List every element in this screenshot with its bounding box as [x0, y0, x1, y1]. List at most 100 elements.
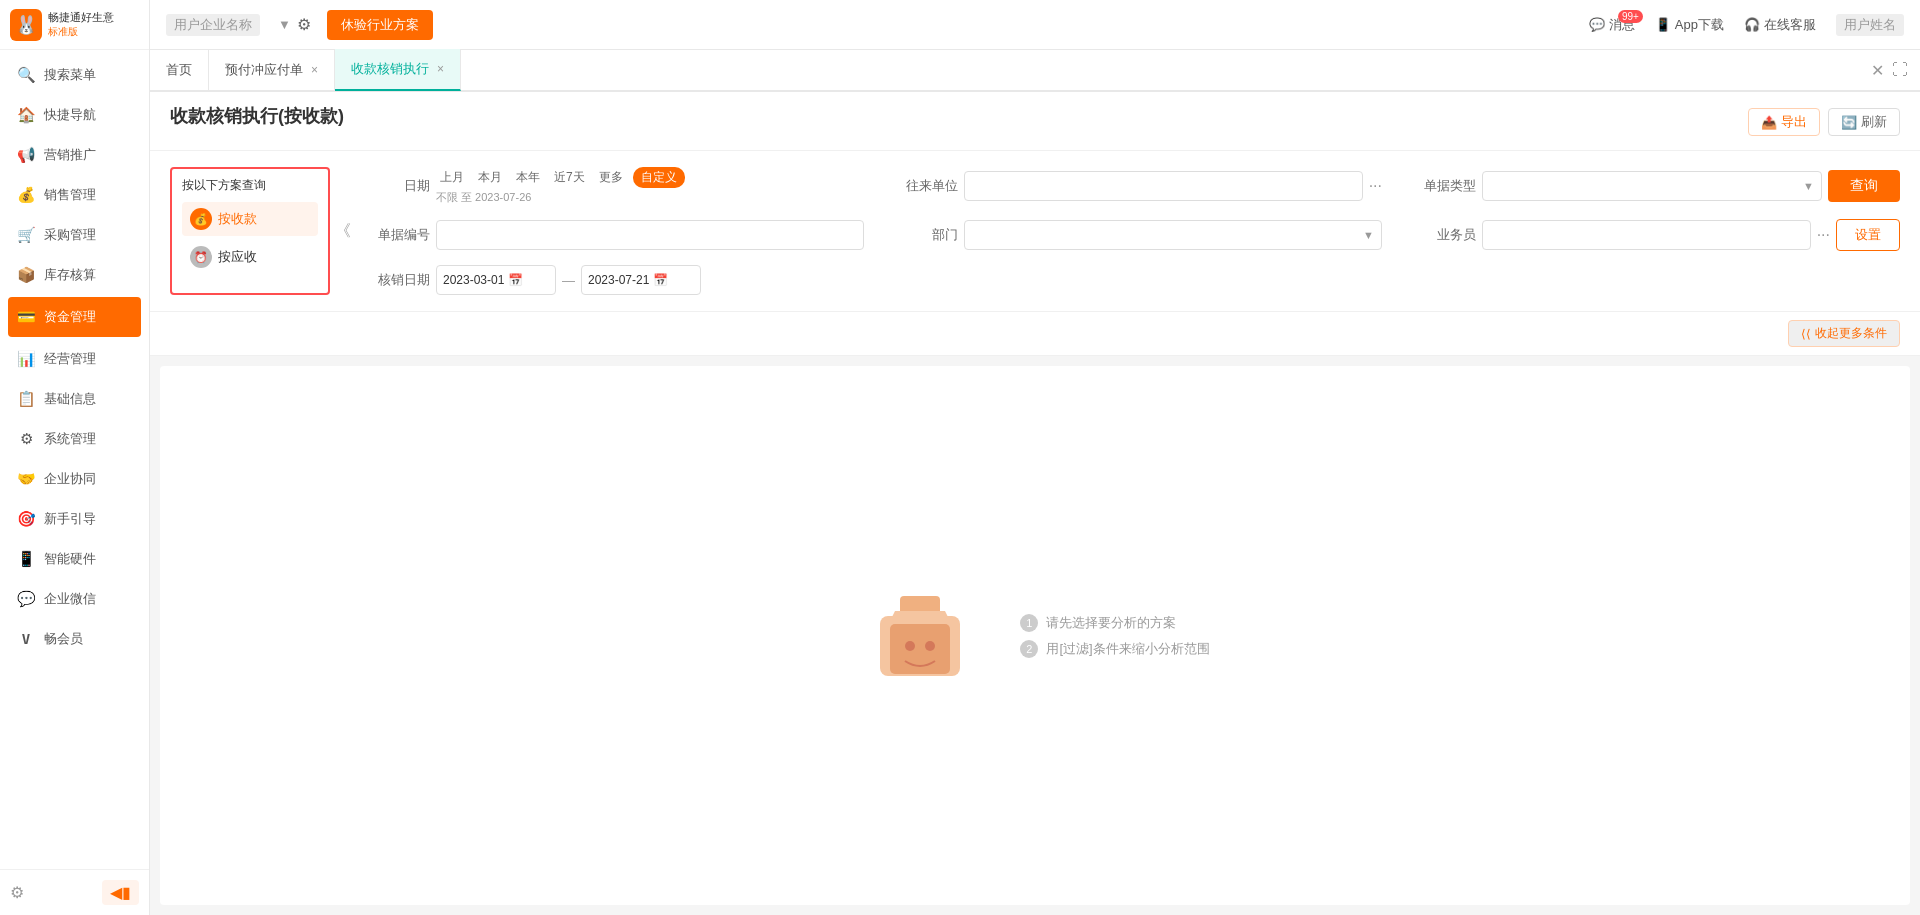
sidebar-item-guide[interactable]: 🎯 新手引导: [0, 499, 149, 539]
sidebar-item-sales[interactable]: 💰 销售管理: [0, 175, 149, 215]
dept-filter-group: 部门 ▼: [888, 220, 1382, 250]
export-button[interactable]: 📤 导出: [1748, 108, 1820, 136]
date-this-month[interactable]: 本月: [474, 168, 506, 187]
tab-prepay[interactable]: 预付冲应付单 ×: [209, 49, 335, 91]
receivable-icon: ⏰: [190, 246, 212, 268]
sidebar-item-enterprise[interactable]: 🤝 企业协同: [0, 459, 149, 499]
staff-more-icon[interactable]: ···: [1817, 226, 1830, 244]
sidebar-item-label: 畅会员: [44, 630, 83, 648]
tab-prepay-close-icon[interactable]: ×: [311, 63, 318, 77]
tab-close-all-icon[interactable]: ✕: [1871, 61, 1884, 80]
sidebar-item-label: 新手引导: [44, 510, 96, 528]
quick-nav-icon: 🏠: [16, 105, 36, 125]
sidebar-item-search-menu[interactable]: 🔍 搜索菜单: [0, 55, 149, 95]
refresh-label: 刷新: [1861, 113, 1887, 131]
top-header: 用户企业名称 ▼ ⚙ 休验行业方案 💬 消息 99+ 📱 App下载 🎧 在线客…: [150, 0, 1920, 50]
solution-button[interactable]: 休验行业方案: [327, 10, 433, 40]
sidebar-item-finance[interactable]: 💳 资金管理: [8, 297, 141, 337]
tab-home[interactable]: 首页: [150, 49, 209, 91]
verify-date-start-input[interactable]: 2023-03-01 📅: [436, 265, 556, 295]
header-brand: 用户企业名称: [166, 14, 260, 36]
staff-filter-group: 业务员 ··· 设置: [1406, 219, 1900, 251]
tab-verify[interactable]: 收款核销执行 ×: [335, 49, 461, 91]
sidebar: 🐰 畅捷通好生意 标准版 🔍 搜索菜单 🏠 快捷导航 📢 营销推广 💰 销售管理…: [0, 0, 150, 915]
tab-bar-actions: ✕ ⛶: [1871, 61, 1920, 80]
collapse-more-label: 收起更多条件: [1815, 325, 1887, 342]
query-button[interactable]: 查询: [1828, 170, 1900, 202]
sidebar-item-wechat[interactable]: 💬 企业微信: [0, 579, 149, 619]
online-service-link[interactable]: 🎧 在线客服: [1744, 16, 1816, 34]
partner-filter-group: 往来单位 ···: [888, 171, 1382, 201]
doc-type-select[interactable]: [1482, 171, 1822, 201]
date-last-month[interactable]: 上月: [436, 168, 468, 187]
partner-more-icon[interactable]: ···: [1369, 177, 1382, 195]
search-menu-icon: 🔍: [16, 65, 36, 85]
verify-date-end-input[interactable]: 2023-07-21 📅: [581, 265, 701, 295]
enterprise-icon: 🤝: [16, 469, 36, 489]
tab-prepay-label: 预付冲应付单: [225, 61, 303, 79]
headset-icon: 🎧: [1744, 17, 1760, 32]
doc-type-select-wrapper: ▼: [1482, 171, 1822, 201]
app-download-link[interactable]: 📱 App下载: [1655, 16, 1724, 34]
sidebar-item-marketing[interactable]: 📢 营销推广: [0, 135, 149, 175]
settings-gear-icon[interactable]: ⚙: [297, 15, 311, 34]
scheme-selector-title: 按以下方案查询: [182, 177, 318, 194]
date-7days[interactable]: 近7天: [550, 168, 589, 187]
calendar-start-icon[interactable]: 📅: [508, 273, 523, 287]
sidebar-item-purchase[interactable]: 🛒 采购管理: [0, 215, 149, 255]
empty-svg: [860, 586, 980, 686]
sidebar-item-quick-nav[interactable]: 🏠 快捷导航: [0, 95, 149, 135]
sidebar-item-label: 智能硬件: [44, 550, 96, 568]
empty-state: 1 请先选择要分析的方案 2 用[过滤]条件来缩小分析范围: [160, 366, 1910, 905]
partner-label: 往来单位: [888, 177, 958, 195]
sidebar-item-system[interactable]: ⚙ 系统管理: [0, 419, 149, 459]
svg-point-3: [925, 641, 935, 651]
settings-button[interactable]: 设置: [1836, 219, 1900, 251]
message-icon: 💬: [1589, 17, 1605, 32]
sidebar-item-label: 系统管理: [44, 430, 96, 448]
page-title: 收款核销执行(按收款): [170, 104, 344, 128]
filter-option-label-receipt: 按收款: [218, 210, 257, 228]
logo-name: 畅捷通好生意: [48, 10, 114, 24]
system-icon: ⚙: [16, 429, 36, 449]
date-custom-btn[interactable]: 自定义: [633, 167, 685, 188]
collapse-filter-btn[interactable]: 《: [335, 221, 351, 242]
header-right: 💬 消息 99+ 📱 App下载 🎧 在线客服 用户姓名: [1589, 14, 1904, 36]
sidebar-item-operations[interactable]: 📊 经营管理: [0, 339, 149, 379]
hint-text-1: 请先选择要分析的方案: [1046, 614, 1176, 632]
sidebar-item-hardware[interactable]: 📱 智能硬件: [0, 539, 149, 579]
message-button[interactable]: 💬 消息 99+: [1589, 16, 1635, 34]
calendar-end-icon[interactable]: 📅: [653, 273, 668, 287]
app-logo: 🐰 畅捷通好生意 标准版: [0, 0, 149, 50]
staff-input[interactable]: [1482, 220, 1811, 250]
refresh-button[interactable]: 🔄 刷新: [1828, 108, 1900, 136]
sidebar-item-member[interactable]: V 畅会员: [0, 619, 149, 659]
dept-select[interactable]: [964, 220, 1382, 250]
sidebar-item-label: 企业微信: [44, 590, 96, 608]
filter-option-by-receivable[interactable]: ⏰ 按应收: [182, 240, 318, 274]
filter-row-2: 单据编号 部门 ▼: [370, 219, 1900, 251]
doc-no-input[interactable]: [436, 220, 864, 250]
partner-input[interactable]: [964, 171, 1363, 201]
sidebar-item-label: 资金管理: [44, 308, 96, 326]
date-more[interactable]: 更多: [595, 168, 627, 187]
company-name: 用户企业名称: [166, 14, 260, 36]
filter-option-by-receipt[interactable]: 💰 按收款: [182, 202, 318, 236]
sidebar-item-basic-info[interactable]: 📋 基础信息: [0, 379, 149, 419]
date-shortcuts-container: 上月 本月 本年 近7天 更多 自定义 不限 至 2023-07-26: [436, 167, 685, 205]
sidebar-item-label: 销售管理: [44, 186, 96, 204]
svg-point-2: [905, 641, 915, 651]
tab-verify-close-icon[interactable]: ×: [437, 62, 444, 76]
doc-no-label: 单据编号: [370, 226, 430, 244]
tab-expand-icon[interactable]: ⛶: [1892, 61, 1908, 79]
collapse-more-button[interactable]: ⟨⟨ 收起更多条件: [1788, 320, 1900, 347]
sidebar-item-inventory[interactable]: 📦 库存核算: [0, 255, 149, 295]
logo-icon: 🐰: [10, 9, 42, 41]
content-area: 收款核销执行(按收款) 📤 导出 🔄 刷新 按以下方案查询 💰 按收款: [150, 92, 1920, 915]
date-this-year[interactable]: 本年: [512, 168, 544, 187]
hardware-icon: 📱: [16, 549, 36, 569]
collapse-sidebar-btn[interactable]: ◀▮: [102, 880, 139, 905]
empty-hint-2: 2 用[过滤]条件来缩小分析范围: [1020, 640, 1209, 658]
dropdown-chevron-icon[interactable]: ▼: [278, 17, 291, 32]
settings-footer-icon[interactable]: ⚙: [10, 883, 24, 902]
